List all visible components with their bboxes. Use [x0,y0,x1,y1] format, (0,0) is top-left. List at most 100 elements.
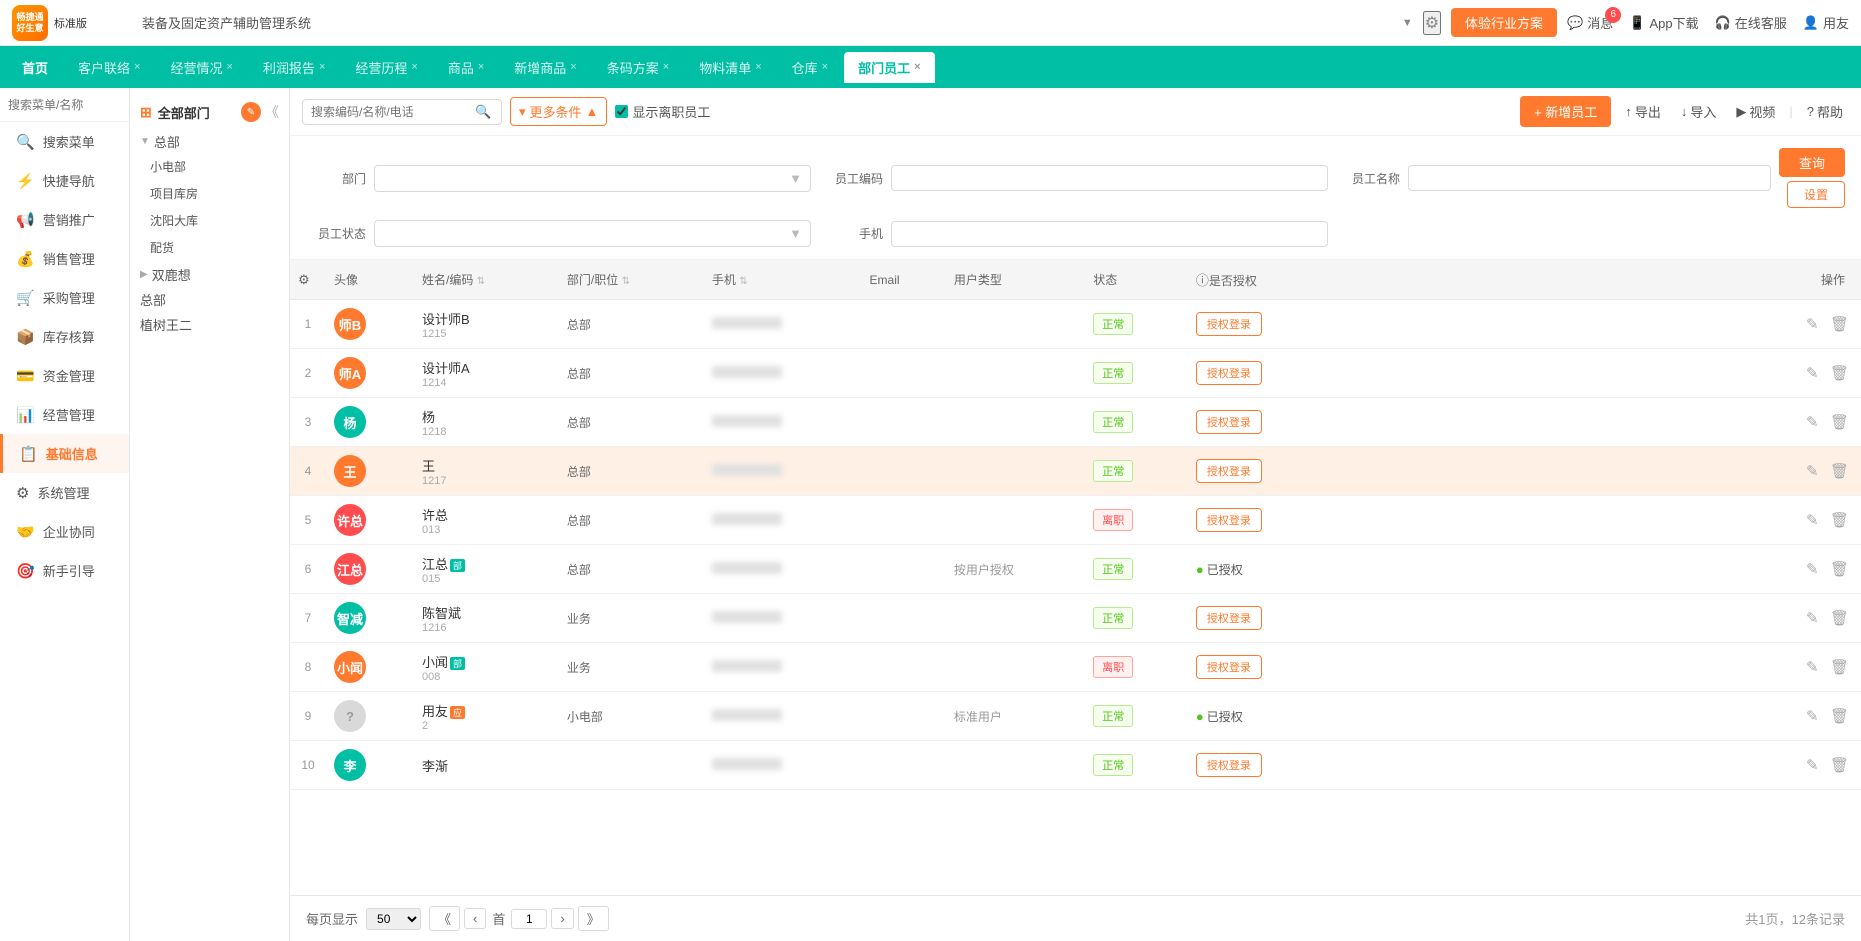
navtab-close-条码方案[interactable]: × [663,61,669,73]
navtab-仓库[interactable]: 仓库× [778,52,842,83]
edit-btn[interactable]: ✎ [1802,509,1823,531]
show-resigned-checkbox[interactable]: 显示离职员工 [615,102,710,121]
navtab-客户联络[interactable]: 客户联络× [64,52,154,83]
navtab-新增商品[interactable]: 新增商品× [500,52,590,83]
navtab-close-仓库[interactable]: × [822,61,828,73]
edit-btn[interactable]: ✎ [1802,607,1823,629]
delete-btn[interactable]: 🗑 [1826,460,1853,482]
dept-group-label-zongbu[interactable]: ▼ 总部 [130,128,289,153]
edit-btn[interactable]: ✎ [1802,558,1823,580]
per-page-select[interactable]: 50 100 200 [366,908,421,930]
navtab-商品[interactable]: 商品× [434,52,498,83]
dept-group-label-zongbu2[interactable]: 总部 [130,286,289,311]
navtab-close-经营历程[interactable]: × [411,61,417,73]
edit-btn[interactable]: ✎ [1802,411,1823,433]
reset-button[interactable]: 设置 [1787,181,1845,208]
help-button[interactable]: ? 帮助 [1801,98,1849,125]
auth-login-btn[interactable]: 授权登录 [1196,508,1262,532]
navtab-首页[interactable]: 首页 [8,52,62,83]
auth-login-btn[interactable]: 授权登录 [1196,753,1262,777]
delete-btn[interactable]: 🗑 [1826,656,1853,678]
edit-btn[interactable]: ✎ [1802,313,1823,335]
auth-login-btn[interactable]: 授权登录 [1196,312,1262,336]
navtab-close-商品[interactable]: × [478,61,484,73]
navtab-close-部门员工[interactable]: × [914,61,920,73]
sidebar-item-搜索菜单[interactable]: 🔍搜索菜单 [0,122,129,161]
dept-group-label-shuangluxiang[interactable]: ▶ 双鹿想 [130,261,289,286]
delete-btn[interactable]: 🗑 [1826,362,1853,384]
sidebar-item-系统管理[interactable]: ⚙系统管理 [0,473,129,512]
delete-btn[interactable]: 🗑 [1826,558,1853,580]
sidebar-item-资金管理[interactable]: 💳资金管理 [0,356,129,395]
sidebar-search-input[interactable] [8,98,130,112]
navtab-条码方案[interactable]: 条码方案× [593,52,683,83]
dept-collapse-btn[interactable]: 《 [265,102,279,122]
import-button[interactable]: ↓ 导入 [1675,98,1723,125]
edit-btn[interactable]: ✎ [1802,705,1823,727]
navtab-部门员工[interactable]: 部门员工× [844,52,934,83]
export-button[interactable]: ↑ 导出 [1619,98,1667,125]
navtab-close-客户联络[interactable]: × [134,61,140,73]
edit-btn[interactable]: ✎ [1802,460,1823,482]
dept-item-xiangmu[interactable]: 项目库房 [130,180,289,207]
navtab-close-物料清单[interactable]: × [755,61,761,73]
th-dept[interactable]: 部门/职位 ⇅ [559,260,704,300]
first-page-btn[interactable]: 《 [429,906,460,931]
auth-login-btn[interactable]: 授权登录 [1196,410,1262,434]
last-page-btn[interactable]: 》 [578,906,609,931]
dept-edit-icon[interactable]: ✎ [241,102,261,122]
try-button[interactable]: 体验行业方案 [1451,8,1557,37]
next-page-btn[interactable]: › [551,908,573,929]
delete-btn[interactable]: 🗑 [1826,607,1853,629]
th-phone[interactable]: 手机 ⇅ [704,260,862,300]
sidebar-item-新手引导[interactable]: 🎯新手引导 [0,551,129,590]
filter-name-input[interactable] [1408,165,1771,191]
more-filter-button[interactable]: ▾ 更多条件 ▲ [510,97,607,126]
auth-login-btn[interactable]: 授权登录 [1196,606,1262,630]
dropdown-arrow-system[interactable]: ▼ [1402,17,1413,29]
sidebar-item-经营管理[interactable]: 📊经营管理 [0,395,129,434]
sidebar-item-库存核算[interactable]: 📦库存核算 [0,317,129,356]
query-button[interactable]: 查询 [1779,148,1845,177]
filter-status-select[interactable]: ▼ [374,220,811,247]
auth-login-btn[interactable]: 授权登录 [1196,459,1262,483]
navtab-利润报告[interactable]: 利润报告× [249,52,339,83]
show-resigned-input[interactable] [615,105,628,118]
search-submit-icon[interactable]: 🔍 [475,104,491,120]
delete-btn[interactable]: 🗑 [1826,509,1853,531]
sidebar-item-基础信息[interactable]: 📋基础信息 [0,434,129,473]
view-button[interactable]: ▶ 视频 [1730,98,1781,125]
th-name[interactable]: 姓名/编码 ⇅ [414,260,559,300]
auth-login-btn[interactable]: 授权登录 [1196,655,1262,679]
navtab-经营历程[interactable]: 经营历程× [341,52,431,83]
navtab-close-利润报告[interactable]: × [319,61,325,73]
filter-phone-input[interactable] [891,221,1328,247]
sidebar-item-快捷导航[interactable]: ⚡快捷导航 [0,161,129,200]
th-settings[interactable]: ⚙ [290,260,326,300]
app-download-button[interactable]: 📱 App下载 [1629,13,1698,32]
dept-item-shenyang[interactable]: 沈阳大库 [130,207,289,234]
delete-btn[interactable]: 🗑 [1826,705,1853,727]
gear-button[interactable]: ⚙ [1423,11,1441,35]
page-input[interactable] [511,909,547,929]
edit-btn[interactable]: ✎ [1802,656,1823,678]
navtab-close-经营情况[interactable]: × [226,61,232,73]
user-button[interactable]: 👤 用友 [1803,13,1849,32]
sidebar-item-销售管理[interactable]: 💰销售管理 [0,239,129,278]
service-button[interactable]: 🎧 在线客服 [1715,13,1787,32]
edit-btn[interactable]: ✎ [1802,362,1823,384]
prev-page-btn[interactable]: ‹ [464,908,486,929]
delete-btn[interactable]: 🗑 [1826,313,1853,335]
sidebar-item-企业协同[interactable]: 🤝企业协同 [0,512,129,551]
dept-group-label-zhishuwanger[interactable]: 植树王二 [130,311,289,336]
search-input[interactable] [311,105,471,119]
dept-all-label[interactable]: ⊞ 全部部门 [140,103,237,122]
sidebar-item-营销推广[interactable]: 📢营销推广 [0,200,129,239]
message-button[interactable]: 💬 消息 6 [1567,13,1613,32]
dept-item-xiaodibu[interactable]: 小电部 [130,153,289,180]
dept-item-peihuo[interactable]: 配货 [130,234,289,261]
navtab-物料清单[interactable]: 物料清单× [685,52,775,83]
navtab-经营情况[interactable]: 经营情况× [156,52,246,83]
edit-btn[interactable]: ✎ [1802,754,1823,776]
add-employee-button[interactable]: + 新增员工 [1520,96,1611,127]
